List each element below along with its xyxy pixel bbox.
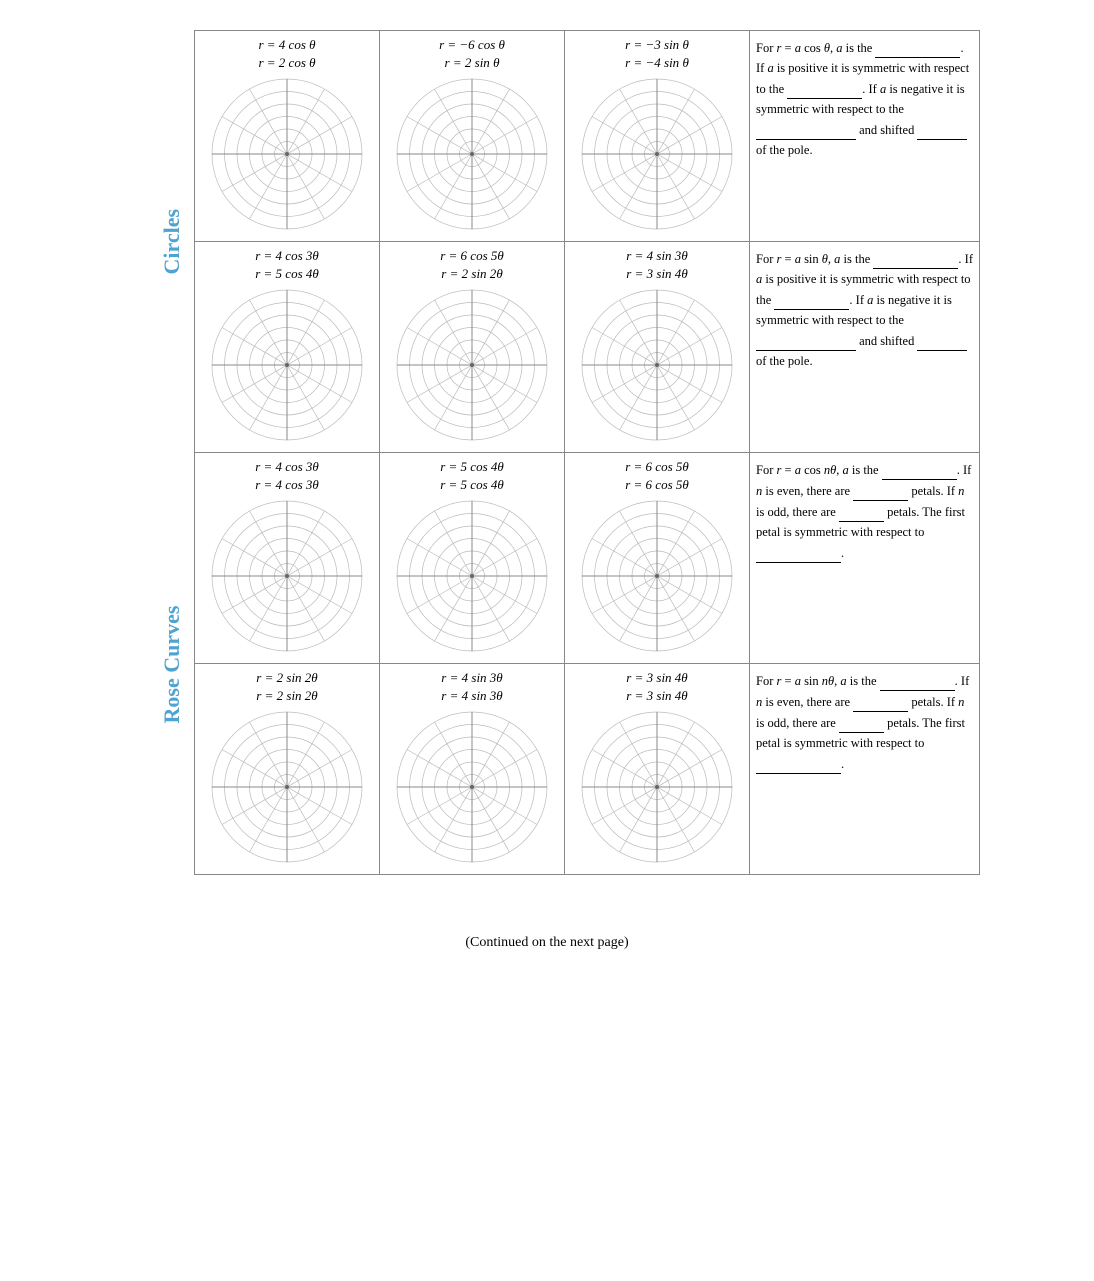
graph-cell-r0-c1: r = −6 cos θ r = 2 sin θ — [380, 31, 565, 242]
cell-label-r2-c0: r = 4 cos 3θ — [201, 477, 373, 493]
side-labels: Circles Rose Curves — [154, 30, 190, 875]
cell-label-r2-c2: r = 6 cos 5θ — [571, 459, 743, 475]
graph-cell-r3-c2: r = 3 sin 4θ r = 3 sin 4θ — [565, 664, 750, 875]
cell-label-r0-c2: r = −3 sin θ — [571, 37, 743, 53]
continued-text: (Continued on the next page) — [465, 935, 628, 951]
graph-cell-r0-c2: r = −3 sin θ r = −4 sin θ — [565, 31, 750, 242]
cell-label-r1-c2: r = 3 sin 4θ — [571, 266, 743, 282]
graph-cell-r2-c0: r = 4 cos 3θ r = 4 cos 3θ — [195, 453, 380, 664]
graph-cell-r3-c1: r = 4 sin 3θ r = 4 sin 3θ — [380, 664, 565, 875]
graph-cell-r2-c1: r = 5 cos 4θ r = 5 cos 4θ — [380, 453, 565, 664]
graph-cell-r3-c0: r = 2 sin 2θ r = 2 sin 2θ — [195, 664, 380, 875]
cell-label-r3-c1: r = 4 sin 3θ — [386, 688, 558, 704]
cell-label-r2-c1: r = 5 cos 4θ — [386, 459, 558, 475]
main-table-wrapper: Circles Rose Curves r = 4 cos θ r = 2 cos… — [154, 30, 980, 875]
cell-label-r1-c0: r = 4 cos 3θ — [201, 248, 373, 264]
graph-cell-r1-c0: r = 4 cos 3θ r = 5 cos 4θ — [195, 242, 380, 453]
info-cell-r2: For r = a cos nθ, a is the . If n is eve… — [750, 453, 980, 664]
graph-cell-r2-c2: r = 6 cos 5θ r = 6 cos 5θ — [565, 453, 750, 664]
cell-label-r1-c0: r = 5 cos 4θ — [201, 266, 373, 282]
cell-label-r1-c2: r = 4 sin 3θ — [571, 248, 743, 264]
cell-label-r0-c0: r = 2 cos θ — [201, 55, 373, 71]
cell-label-r0-c1: r = 2 sin θ — [386, 55, 558, 71]
info-cell-r1: For r = a sin θ, a is the . If a is posi… — [750, 242, 980, 453]
cell-label-r0-c1: r = −6 cos θ — [386, 37, 558, 53]
rose-curves-label: Rose Curves — [154, 453, 190, 876]
cell-label-r0-c0: r = 4 cos θ — [201, 37, 373, 53]
cell-label-r2-c1: r = 5 cos 4θ — [386, 477, 558, 493]
info-cell-r3: For r = a sin nθ, a is the . If n is eve… — [750, 664, 980, 875]
cell-label-r3-c0: r = 2 sin 2θ — [201, 688, 373, 704]
cell-label-r1-c1: r = 6 cos 5θ — [386, 248, 558, 264]
cell-label-r3-c2: r = 3 sin 4θ — [571, 670, 743, 686]
cell-label-r3-c0: r = 2 sin 2θ — [201, 670, 373, 686]
graph-cell-r1-c2: r = 4 sin 3θ r = 3 sin 4θ — [565, 242, 750, 453]
cell-label-r1-c1: r = 2 sin 2θ — [386, 266, 558, 282]
cell-label-r2-c2: r = 6 cos 5θ — [571, 477, 743, 493]
info-cell-r0: For r = a cos θ, a is the . If a is posi… — [750, 31, 980, 242]
cell-label-r0-c2: r = −4 sin θ — [571, 55, 743, 71]
page-wrapper: Circles Rose Curves r = 4 cos θ r = 2 cos… — [20, 30, 1074, 951]
graph-cell-r0-c0: r = 4 cos θ r = 2 cos θ — [195, 31, 380, 242]
graph-cell-r1-c1: r = 6 cos 5θ r = 2 sin 2θ — [380, 242, 565, 453]
cell-label-r3-c2: r = 3 sin 4θ — [571, 688, 743, 704]
main-table: r = 4 cos θ r = 2 cos θ r = −6 cos θ r = 2 … — [194, 30, 980, 875]
cell-label-r2-c0: r = 4 cos 3θ — [201, 459, 373, 475]
cell-label-r3-c1: r = 4 sin 3θ — [386, 670, 558, 686]
circles-label: Circles — [154, 30, 190, 453]
